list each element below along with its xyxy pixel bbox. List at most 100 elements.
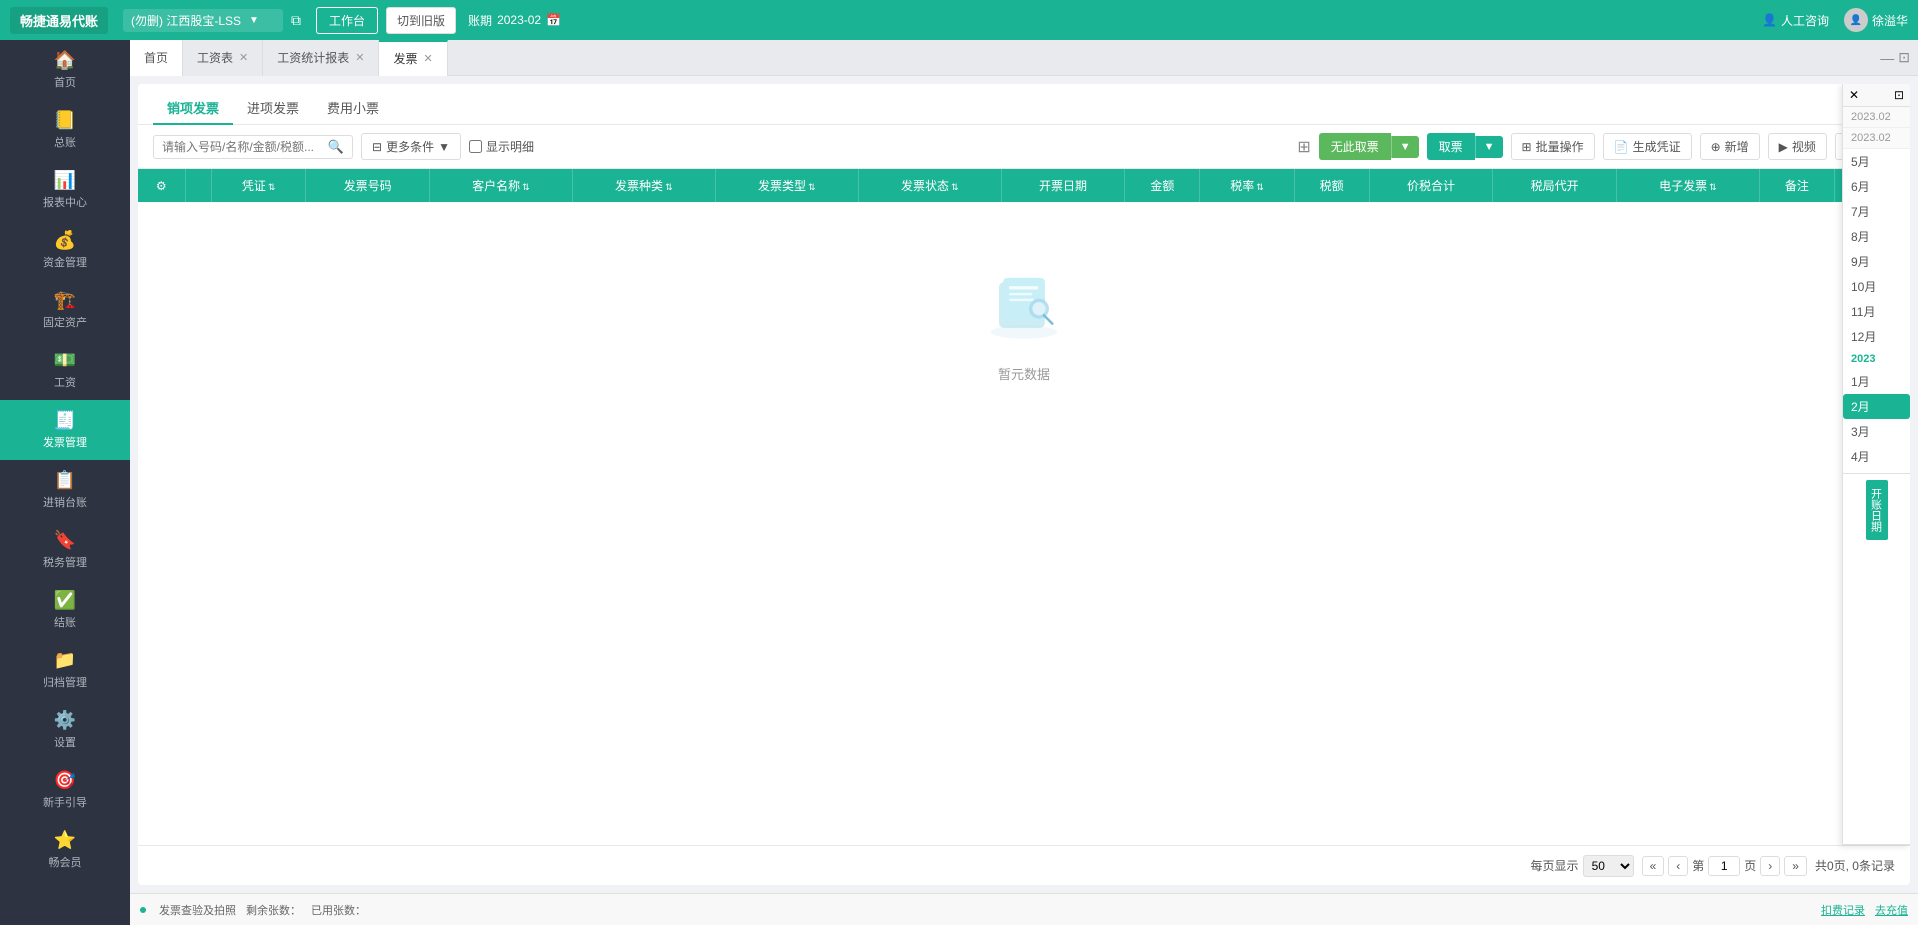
copy-icon[interactable]: ⧉: [291, 12, 301, 29]
sidebar-item-general-ledger[interactable]: 📒总账: [0, 100, 130, 160]
date-panel-close-icon[interactable]: ✕: [1849, 88, 1859, 102]
support-item[interactable]: 👤 人工咨询: [1762, 12, 1829, 29]
sidebar-item-reports[interactable]: 📊报表中心: [0, 160, 130, 220]
date-month-item-5[interactable]: 10月: [1843, 274, 1910, 299]
tab-minimize-icon[interactable]: —: [1880, 50, 1894, 66]
new-button[interactable]: ⊕ 新增: [1700, 133, 1760, 160]
sidebar-item-funds[interactable]: 💰资金管理: [0, 220, 130, 280]
support-label: 人工咨询: [1781, 12, 1829, 29]
sidebar-icon-general-ledger: 📒: [54, 110, 76, 131]
sidebar-item-home[interactable]: 🏠首页: [0, 40, 130, 100]
take-invoice-button[interactable]: 取票: [1427, 133, 1475, 160]
date-year-header-1: 2023.02: [1843, 128, 1910, 149]
date-month-item-4[interactable]: 9月: [1843, 249, 1910, 274]
workspace-button[interactable]: 工作台: [316, 7, 378, 34]
sub-tab-sales[interactable]: 销项发票: [153, 92, 233, 125]
tab-maximize-icon[interactable]: ⊡: [1898, 49, 1910, 66]
tab-salary[interactable]: 工资表✕: [183, 40, 263, 76]
sidebar-item-archive[interactable]: 📁归档管理: [0, 640, 130, 700]
tab-label-invoice: 发票: [393, 50, 417, 67]
calendar-icon[interactable]: 📅: [546, 13, 561, 27]
show-detail-checkbox[interactable]: [469, 140, 482, 153]
company-selector[interactable]: (勿删) 江西股宝-LSS ▼: [123, 9, 283, 32]
col-header-customer[interactable]: 客户名称⇅: [429, 169, 572, 202]
col-header-invoice-type[interactable]: 发票种类⇅: [572, 169, 715, 202]
empty-text: 暂元数据: [998, 364, 1050, 383]
sidebar-label-sales-ledger: 进销台账: [43, 494, 87, 510]
prev-page-button[interactable]: ‹: [1668, 856, 1688, 876]
sort-icon-invoice-type: ⇅: [665, 182, 673, 192]
grid-icon[interactable]: ⊞: [1297, 137, 1310, 157]
tab-close-invoice[interactable]: ✕: [424, 52, 433, 65]
col-header-tax-rate[interactable]: 税率⇅: [1200, 169, 1294, 202]
tab-invoice[interactable]: 发票 ✕: [379, 40, 447, 76]
page-size-dropdown[interactable]: 50 10 20 100: [1583, 855, 1634, 877]
date-month-item-6[interactable]: 11月: [1843, 299, 1910, 324]
date-panel: ✕ ⊡ 2023.022023.025月6月7月8月9月10月11月12月202…: [1842, 84, 1910, 845]
support-icon: 👤: [1762, 13, 1777, 27]
add-account-link[interactable]: 扣费记录: [1821, 902, 1865, 918]
col-header-invoice-no: 发票号码: [306, 169, 430, 202]
date-2023-month-item-3[interactable]: 4月: [1843, 444, 1910, 469]
search-icon[interactable]: 🔍: [328, 139, 344, 155]
tab-close-salary[interactable]: ✕: [239, 51, 248, 64]
sidebar-label-payroll: 工资: [54, 374, 76, 390]
col-header-invoice-status[interactable]: 发票状态⇅: [858, 169, 1001, 202]
sidebar-item-guide[interactable]: 🎯新手引导: [0, 760, 130, 820]
company-arrow-icon: ▼: [249, 15, 259, 26]
no-invoice-arrow-button[interactable]: ▼: [1391, 136, 1419, 158]
date-2023-month-item-1[interactable]: 2月: [1843, 394, 1910, 419]
take-invoice-arrow-button[interactable]: ▼: [1475, 136, 1503, 158]
sidebar-item-sales-ledger[interactable]: 📋进销台账: [0, 460, 130, 520]
sidebar-item-member[interactable]: ⭐畅会员: [0, 820, 130, 880]
col-header-invoice-category[interactable]: 发票类型⇅: [715, 169, 858, 202]
sidebar-item-payroll[interactable]: 💵工资: [0, 340, 130, 400]
col-header-amount: 金额: [1125, 169, 1200, 202]
tab-close-salary-report[interactable]: ✕: [355, 51, 364, 64]
batch-op-button[interactable]: ⊞ 批量操作: [1511, 133, 1595, 160]
filter-button[interactable]: ⊟ 更多条件 ▼: [361, 133, 461, 160]
col-header-voucher[interactable]: 凭证⇅: [211, 169, 305, 202]
tab-home[interactable]: 首页: [130, 40, 183, 76]
search-input[interactable]: [162, 140, 328, 154]
date-month-item-7[interactable]: 12月: [1843, 324, 1910, 349]
sidebar-icon-home: 🏠: [54, 50, 76, 71]
toolbar: 🔍 ⊟ 更多条件 ▼ 显示明细 ⊞ 无此取票 ▼: [138, 125, 1910, 169]
user-item[interactable]: 👤 徐溢华: [1844, 8, 1908, 32]
date-2023-month-item-0[interactable]: 1月: [1843, 369, 1910, 394]
sub-tab-purchase[interactable]: 进项发票: [233, 92, 313, 125]
sidebar-item-tax-mgmt[interactable]: 🔖税务管理: [0, 520, 130, 580]
date-panel-expand-icon[interactable]: ⊡: [1894, 88, 1904, 102]
next-page-button[interactable]: ›: [1760, 856, 1780, 876]
date-month-item-1[interactable]: 6月: [1843, 174, 1910, 199]
sub-tab-bar: 销项发票进项发票费用小票: [138, 84, 1910, 125]
open-date-button[interactable]: 开账日期: [1866, 480, 1888, 540]
page-input[interactable]: [1708, 856, 1740, 876]
sidebar-item-fixed-assets[interactable]: 🏗️固定资产: [0, 280, 130, 340]
logo-text: 畅捷通易代账: [20, 11, 98, 30]
sidebar-item-settings[interactable]: ⚙️设置: [0, 700, 130, 760]
col-header-tax: 税额: [1294, 169, 1369, 202]
sidebar-item-invoice-mgmt[interactable]: 🧾发票管理: [0, 400, 130, 460]
date-month-item-2[interactable]: 7月: [1843, 199, 1910, 224]
go-right-link[interactable]: 去充值: [1875, 902, 1908, 918]
search-wrap: 🔍: [153, 135, 353, 159]
date-year-2023: 2023: [1843, 349, 1910, 369]
show-detail-label[interactable]: 显示明细: [469, 138, 534, 155]
sub-tab-expense[interactable]: 费用小票: [313, 92, 393, 125]
first-page-button[interactable]: «: [1642, 856, 1665, 876]
generate-voucher-button[interactable]: 📄 生成凭证: [1603, 133, 1692, 160]
col-header-tax-code: 税局代开: [1493, 169, 1617, 202]
no-invoice-button[interactable]: 无此取票: [1319, 133, 1391, 160]
date-month-item-0[interactable]: 5月: [1843, 149, 1910, 174]
last-page-button[interactable]: »: [1784, 856, 1807, 876]
col-header-open-date: 开票日期: [1001, 169, 1125, 202]
tab-salary-report[interactable]: 工资统计报表✕: [263, 40, 379, 76]
date-month-item-3[interactable]: 8月: [1843, 224, 1910, 249]
switch-old-button[interactable]: 切到旧版: [386, 7, 456, 34]
sidebar-item-closing[interactable]: ✅结账: [0, 580, 130, 640]
video-button[interactable]: ▶ 视频: [1768, 133, 1827, 160]
toolbar-right: ⊞ 无此取票 ▼ 取票 ▼ ⊞ 批量操作 📄: [1297, 133, 1895, 160]
date-2023-month-item-2[interactable]: 3月: [1843, 419, 1910, 444]
col-header-e-invoice[interactable]: 电子发票⇅: [1616, 169, 1759, 202]
